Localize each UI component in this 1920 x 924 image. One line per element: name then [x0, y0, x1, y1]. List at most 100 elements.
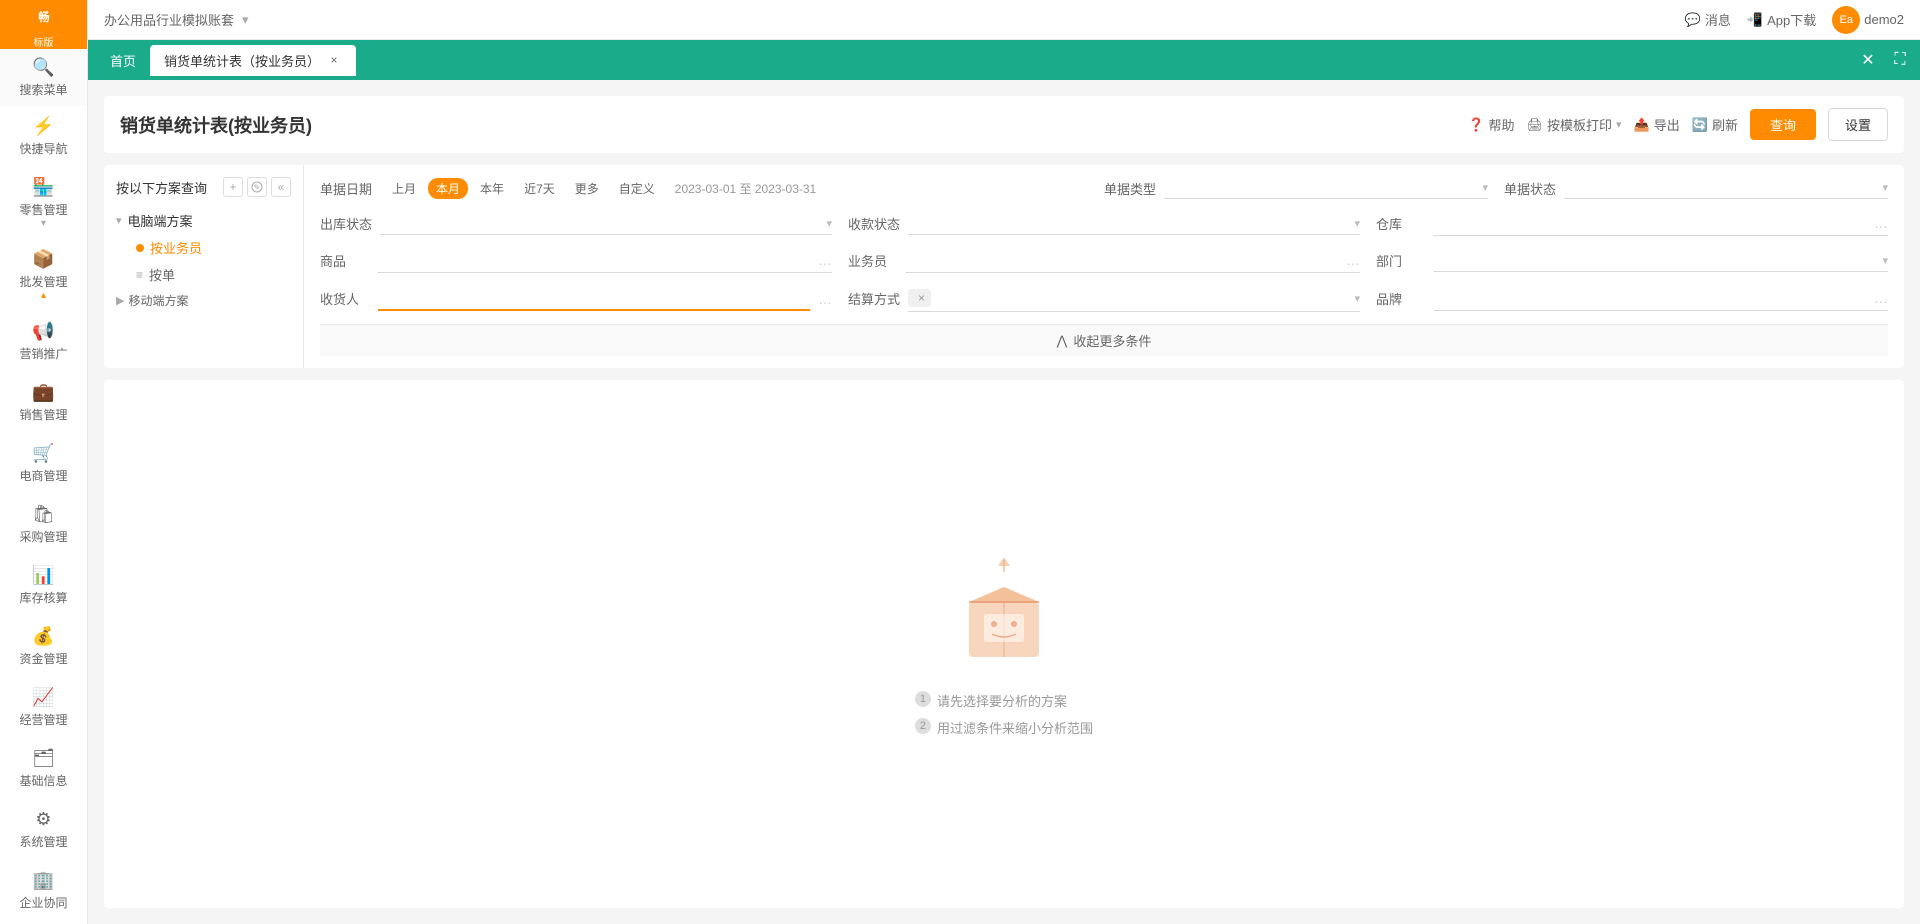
sidebar-item-quicknav[interactable]: ⚡ 快捷导航: [0, 106, 88, 167]
sidebar-item-system[interactable]: ⚙ 系统管理: [0, 799, 88, 860]
tabbar-actions: ✕ ⛶: [1856, 48, 1912, 72]
filter-doc-type-select[interactable]: ▾: [1164, 177, 1488, 199]
tab-close-btn[interactable]: ×: [326, 52, 342, 68]
tab-expand-btn[interactable]: ⛶: [1888, 48, 1912, 72]
sidebar-item-retail[interactable]: 🏪 零售管理 ▾: [0, 167, 88, 239]
sidebar-item-inventory[interactable]: 📊 库存核算: [0, 555, 88, 616]
filter-dept-label: 部门: [1376, 251, 1426, 270]
filter-out-status-select[interactable]: ▾: [380, 213, 832, 235]
filter-doc-type-label: 单据类型: [1104, 179, 1156, 198]
chevron-down-icon: ▾: [41, 218, 46, 229]
filter-doc-status-select[interactable]: ▾: [1564, 177, 1888, 199]
scheme-group-desktop[interactable]: ▾ 电脑端方案: [116, 207, 291, 234]
date-more-btn[interactable]: 更多: [567, 178, 607, 199]
scheme-collapse-btn[interactable]: «: [271, 177, 291, 197]
filter-recipient-label: 收货人: [320, 289, 370, 308]
scheme-panel: 按以下方案查询 + ✎ « ▾ 电脑端方案: [104, 165, 304, 368]
date-last-7days-btn[interactable]: 近7天: [516, 178, 563, 199]
retail-icon: 🏪: [32, 177, 54, 198]
ecommerce-icon: 🛒: [32, 443, 54, 464]
page-content: 销货单统计表(按业务员) ❓ 帮助 🖨 按模板打印 ▾ 📤 导出 🔄 刷新: [88, 80, 1920, 924]
active-dot-icon: [136, 244, 144, 252]
date-this-month-btn[interactable]: 本月: [428, 178, 468, 199]
filter-salesperson-item: 业务员 …: [848, 248, 1360, 273]
tab-home[interactable]: 首页: [96, 45, 150, 76]
filter-settlement-select[interactable]: × ▾: [908, 285, 1360, 312]
sidebar-item-finance[interactable]: 💰 资金管理: [0, 616, 88, 677]
sidebar-item-purchase[interactable]: 🛍 采购管理: [0, 494, 88, 555]
message-icon: 💬: [1685, 12, 1701, 28]
scheme-item-by-salesperson[interactable]: 按业务员: [136, 234, 291, 261]
search-icon: 🔍: [32, 57, 54, 78]
sidebar-item-enterprise[interactable]: 🏢 企业协同: [0, 860, 88, 921]
date-this-year-btn[interactable]: 本年: [472, 178, 512, 199]
tab-sales-stats[interactable]: 销货单统计表（按业务员） ×: [150, 45, 356, 76]
filter-goods-input[interactable]: …: [378, 248, 832, 273]
sidebar-item-basic[interactable]: 🗂 基础信息: [0, 738, 88, 799]
refresh-icon: 🔄: [1692, 117, 1708, 133]
filter-doc-type-item: 单据类型 ▾: [1104, 177, 1488, 199]
settlement-dropdown-arrow: ▾: [1354, 292, 1360, 305]
refresh-btn[interactable]: 🔄 刷新: [1692, 115, 1738, 134]
help-btn[interactable]: ❓ 帮助: [1468, 115, 1514, 134]
sidebar-item-sales[interactable]: 💼 销售管理: [0, 372, 88, 433]
page-title: 销货单统计表(按业务员): [120, 112, 312, 138]
date-last-month-btn[interactable]: 上月: [384, 178, 424, 199]
filter-dept-select[interactable]: ▾: [1434, 250, 1888, 272]
doc-status-dropdown-arrow: ▾: [1882, 181, 1888, 194]
filter-brand-item: 品牌 …: [1376, 286, 1888, 311]
app-download-label: App下载: [1767, 10, 1816, 29]
topbar-dropdown-arrow[interactable]: ▾: [242, 12, 249, 28]
sidebar-item-wholesale[interactable]: 📦 批发管理 ▴: [0, 239, 88, 311]
goods-dots-icon: …: [818, 252, 832, 268]
user-profile[interactable]: Ea demo2: [1832, 6, 1904, 34]
export-btn[interactable]: 📤 导出: [1634, 115, 1680, 134]
settlement-tag-close-btn[interactable]: ×: [918, 291, 925, 305]
scheme-add-btn[interactable]: +: [223, 177, 243, 197]
sidebar-item-operation[interactable]: 📈 经营管理: [0, 677, 88, 738]
filter-row-4: 收货人 … 结算方式 × ▾: [320, 285, 1888, 312]
template-print-dropdown-icon: ▾: [1616, 118, 1622, 131]
date-custom-btn[interactable]: 自定义: [611, 178, 663, 199]
page-header: 销货单统计表(按业务员) ❓ 帮助 🖨 按模板打印 ▾ 📤 导出 🔄 刷新: [104, 96, 1904, 153]
wholesale-icon: 📦: [32, 249, 54, 270]
app-download-btn[interactable]: 📲 App下载: [1747, 10, 1816, 29]
logo[interactable]: 畅 标版: [0, 0, 88, 49]
filter-row-3: 商品 … 业务员 … 部门: [320, 248, 1888, 273]
empty-tip-1: 1 请先选择要分析的方案: [915, 691, 1093, 710]
scheme-edit-btn[interactable]: ✎: [247, 177, 267, 197]
sidebar-item-search[interactable]: 🔍 搜索菜单: [0, 49, 88, 106]
query-btn[interactable]: 查询: [1750, 109, 1816, 140]
marketing-icon: 📢: [32, 321, 54, 342]
dept-dropdown-arrow: ▾: [1882, 254, 1888, 267]
message-btn[interactable]: 💬 消息: [1685, 10, 1731, 29]
svg-text:畅: 畅: [38, 10, 49, 24]
refresh-label: 刷新: [1712, 115, 1738, 134]
settings-btn[interactable]: 设置: [1828, 108, 1888, 141]
tab-close-window-btn[interactable]: ✕: [1856, 48, 1880, 72]
sidebar-item-marketing[interactable]: 📢 营销推广: [0, 311, 88, 372]
scheme-group-mobile[interactable]: ▶ 移动端方案: [116, 288, 291, 313]
filter-payment-status-label: 收款状态: [848, 214, 900, 233]
tab-home-label: 首页: [110, 51, 136, 70]
filter-payment-status-select[interactable]: ▾: [908, 213, 1360, 235]
filter-panel: 按以下方案查询 + ✎ « ▾ 电脑端方案: [104, 165, 1904, 368]
template-print-btn[interactable]: 🖨 按模板打印 ▾: [1527, 115, 1622, 134]
app-download-icon: 📲: [1747, 12, 1763, 28]
recipient-dots-icon: …: [818, 291, 832, 307]
topbar-right-area: 💬 消息 📲 App下载 Ea demo2: [1685, 6, 1904, 34]
filter-goods-label: 商品: [320, 251, 370, 270]
collapse-btn-label: 收起更多条件: [1073, 331, 1151, 350]
salesperson-dots-icon: …: [1346, 252, 1360, 268]
empty-box-icon: [944, 552, 1064, 672]
tip-1-text: 请先选择要分析的方案: [937, 691, 1067, 710]
filter-brand-input[interactable]: …: [1434, 286, 1888, 311]
warehouse-dots-icon: …: [1874, 215, 1888, 231]
collapse-filters-btn[interactable]: ⋀ 收起更多条件: [320, 324, 1888, 356]
filter-salesperson-input[interactable]: …: [906, 248, 1360, 273]
scheme-item-by-order[interactable]: ≡ 按单: [136, 261, 291, 288]
sidebar-item-ecommerce[interactable]: 🛒 电商管理: [0, 433, 88, 494]
filter-recipient-input[interactable]: [378, 286, 810, 311]
scheme-panel-header: 按以下方案查询 + ✎ «: [116, 177, 291, 197]
filter-warehouse-input[interactable]: …: [1434, 211, 1888, 236]
